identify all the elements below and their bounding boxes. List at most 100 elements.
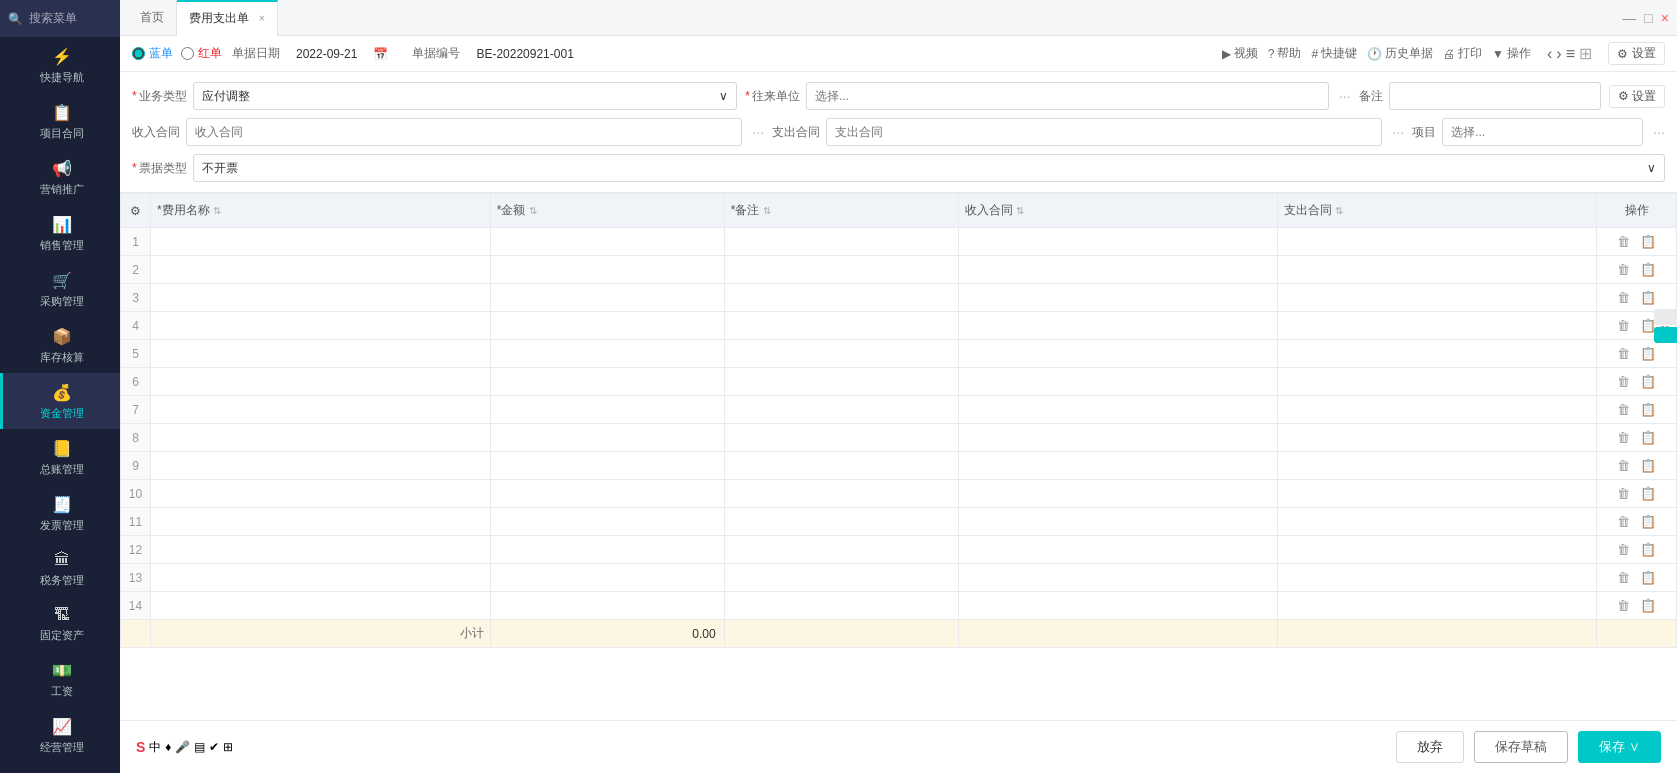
- save-draft-button[interactable]: 保存草稿: [1474, 731, 1568, 763]
- sidebar-item-sales[interactable]: 📊销售管理: [0, 205, 120, 261]
- maximize-button[interactable]: □: [1644, 10, 1652, 26]
- delete-icon[interactable]: 🗑: [1617, 318, 1630, 333]
- copy-icon[interactable]: 📋: [1640, 234, 1656, 249]
- amount-cell[interactable]: [490, 284, 724, 312]
- expense-contract-cell[interactable]: [1277, 564, 1596, 592]
- delete-icon[interactable]: 🗑: [1617, 262, 1630, 277]
- sidebar-item-tax[interactable]: 🏛税务管理: [0, 541, 120, 596]
- delete-icon[interactable]: 🗑: [1617, 346, 1630, 361]
- expense-name-cell[interactable]: [151, 312, 491, 340]
- note-cell[interactable]: [724, 396, 958, 424]
- delete-icon[interactable]: 🗑: [1617, 458, 1630, 473]
- sidebar-item-accounting[interactable]: 📒总账管理: [0, 429, 120, 485]
- income-contract-cell[interactable]: [958, 312, 1277, 340]
- expense-name-col-header[interactable]: *费用名称 ⇅: [151, 194, 491, 228]
- tab-home[interactable]: 首页: [128, 0, 177, 36]
- note-cell[interactable]: [724, 452, 958, 480]
- tab-close-expense[interactable]: ×: [259, 13, 265, 24]
- sidebar-item-business[interactable]: 📈经营管理: [0, 707, 120, 763]
- sidebar-item-project-contract[interactable]: 📋项目合同: [0, 93, 120, 149]
- amount-cell[interactable]: [490, 452, 724, 480]
- sidebar-item-salary[interactable]: 💵工资: [0, 651, 120, 707]
- expense-name-cell[interactable]: [151, 396, 491, 424]
- copy-icon[interactable]: 📋: [1640, 262, 1656, 277]
- delete-icon[interactable]: 🗑: [1617, 402, 1630, 417]
- note-cell[interactable]: [724, 340, 958, 368]
- amount-cell[interactable]: [490, 508, 724, 536]
- expense-contract-cell[interactable]: [1277, 480, 1596, 508]
- income-contract-cell[interactable]: [958, 452, 1277, 480]
- amount-cell[interactable]: [490, 536, 724, 564]
- toolbar-action-history[interactable]: 🕐历史单据: [1367, 45, 1433, 62]
- income-contract-cell[interactable]: [958, 592, 1277, 620]
- delete-icon[interactable]: 🗑: [1617, 542, 1630, 557]
- income-contract-dots[interactable]: ···: [752, 124, 764, 140]
- copy-icon[interactable]: 📋: [1640, 598, 1656, 613]
- remark-input[interactable]: [1389, 82, 1601, 110]
- expense-contract-cell[interactable]: [1277, 508, 1596, 536]
- note-cell[interactable]: [724, 508, 958, 536]
- sidebar-item-quick-nav[interactable]: ⚡快捷导航: [0, 37, 120, 93]
- toolbar-action-print[interactable]: 🖨打印: [1443, 45, 1482, 62]
- expense-name-cell[interactable]: [151, 452, 491, 480]
- copy-icon[interactable]: 📋: [1640, 346, 1656, 361]
- expense-name-cell[interactable]: [151, 592, 491, 620]
- amount-cell[interactable]: [490, 228, 724, 256]
- expense-contract-cell[interactable]: [1277, 368, 1596, 396]
- expense-name-cell[interactable]: [151, 424, 491, 452]
- income-contract-cell[interactable]: [958, 396, 1277, 424]
- amount-cell[interactable]: [490, 256, 724, 284]
- income-contract-input[interactable]: [186, 118, 742, 146]
- radio-red[interactable]: 红单: [181, 45, 222, 62]
- amount-cell[interactable]: [490, 592, 724, 620]
- list-view-button[interactable]: ≡: [1566, 45, 1575, 63]
- expense-name-cell[interactable]: [151, 480, 491, 508]
- copy-icon[interactable]: 📋: [1640, 374, 1656, 389]
- settings-col-header[interactable]: ⚙: [121, 194, 151, 228]
- nav-prev-button[interactable]: ‹: [1547, 45, 1552, 63]
- expense-contract-cell[interactable]: [1277, 424, 1596, 452]
- income-contract-cell[interactable]: [958, 564, 1277, 592]
- note-tab[interactable]: 备注: [1654, 327, 1677, 343]
- note-cell[interactable]: [724, 284, 958, 312]
- sidebar-item-fixed-assets[interactable]: 🏗固定资产: [0, 596, 120, 651]
- expense-name-cell[interactable]: [151, 508, 491, 536]
- attachment-tab[interactable]: 附件: [1654, 309, 1677, 325]
- sidebar-item-basic-info[interactable]: ℹ基础信息: [0, 763, 120, 773]
- income-contract-cell[interactable]: [958, 340, 1277, 368]
- expense-contract-cell[interactable]: [1277, 592, 1596, 620]
- sidebar-item-marketing[interactable]: 📢营销推广: [0, 149, 120, 205]
- radio-blue[interactable]: 蓝单: [132, 45, 173, 62]
- sidebar-search[interactable]: 🔍 搜索菜单: [0, 0, 120, 37]
- note-cell[interactable]: [724, 228, 958, 256]
- sidebar-item-capital[interactable]: 💰资金管理: [0, 373, 120, 429]
- note-col-header[interactable]: *备注 ⇅: [724, 194, 958, 228]
- expense-contract-cell[interactable]: [1277, 256, 1596, 284]
- counterpart-input[interactable]: [806, 82, 1329, 110]
- note-cell[interactable]: [724, 592, 958, 620]
- expense-name-cell[interactable]: [151, 340, 491, 368]
- nav-next-button[interactable]: ›: [1556, 45, 1561, 63]
- expense-name-cell[interactable]: [151, 536, 491, 564]
- delete-icon[interactable]: 🗑: [1617, 570, 1630, 585]
- expense-contract-cell[interactable]: [1277, 312, 1596, 340]
- expense-contract-input[interactable]: [826, 118, 1382, 146]
- toolbar-action-help[interactable]: ?帮助: [1268, 45, 1302, 62]
- calendar-icon[interactable]: 📅: [373, 47, 388, 61]
- copy-icon[interactable]: 📋: [1640, 486, 1656, 501]
- settings-button[interactable]: ⚙ 设置: [1608, 42, 1665, 65]
- business-type-select[interactable]: 应付调整 ∨: [193, 82, 738, 110]
- discard-button[interactable]: 放弃: [1396, 731, 1464, 763]
- expense-contract-cell[interactable]: [1277, 284, 1596, 312]
- close-button[interactable]: ×: [1661, 10, 1669, 26]
- expense-contract-cell[interactable]: [1277, 228, 1596, 256]
- delete-icon[interactable]: 🗑: [1617, 486, 1630, 501]
- delete-icon[interactable]: 🗑: [1617, 598, 1630, 613]
- amount-cell[interactable]: [490, 396, 724, 424]
- sidebar-item-inventory[interactable]: 📦库存核算: [0, 317, 120, 373]
- form-settings-button[interactable]: ⚙ 设置: [1609, 85, 1665, 108]
- delete-icon[interactable]: 🗑: [1617, 514, 1630, 529]
- toolbar-action-shortcut[interactable]: #快捷键: [1311, 45, 1357, 62]
- note-cell[interactable]: [724, 480, 958, 508]
- note-cell[interactable]: [724, 424, 958, 452]
